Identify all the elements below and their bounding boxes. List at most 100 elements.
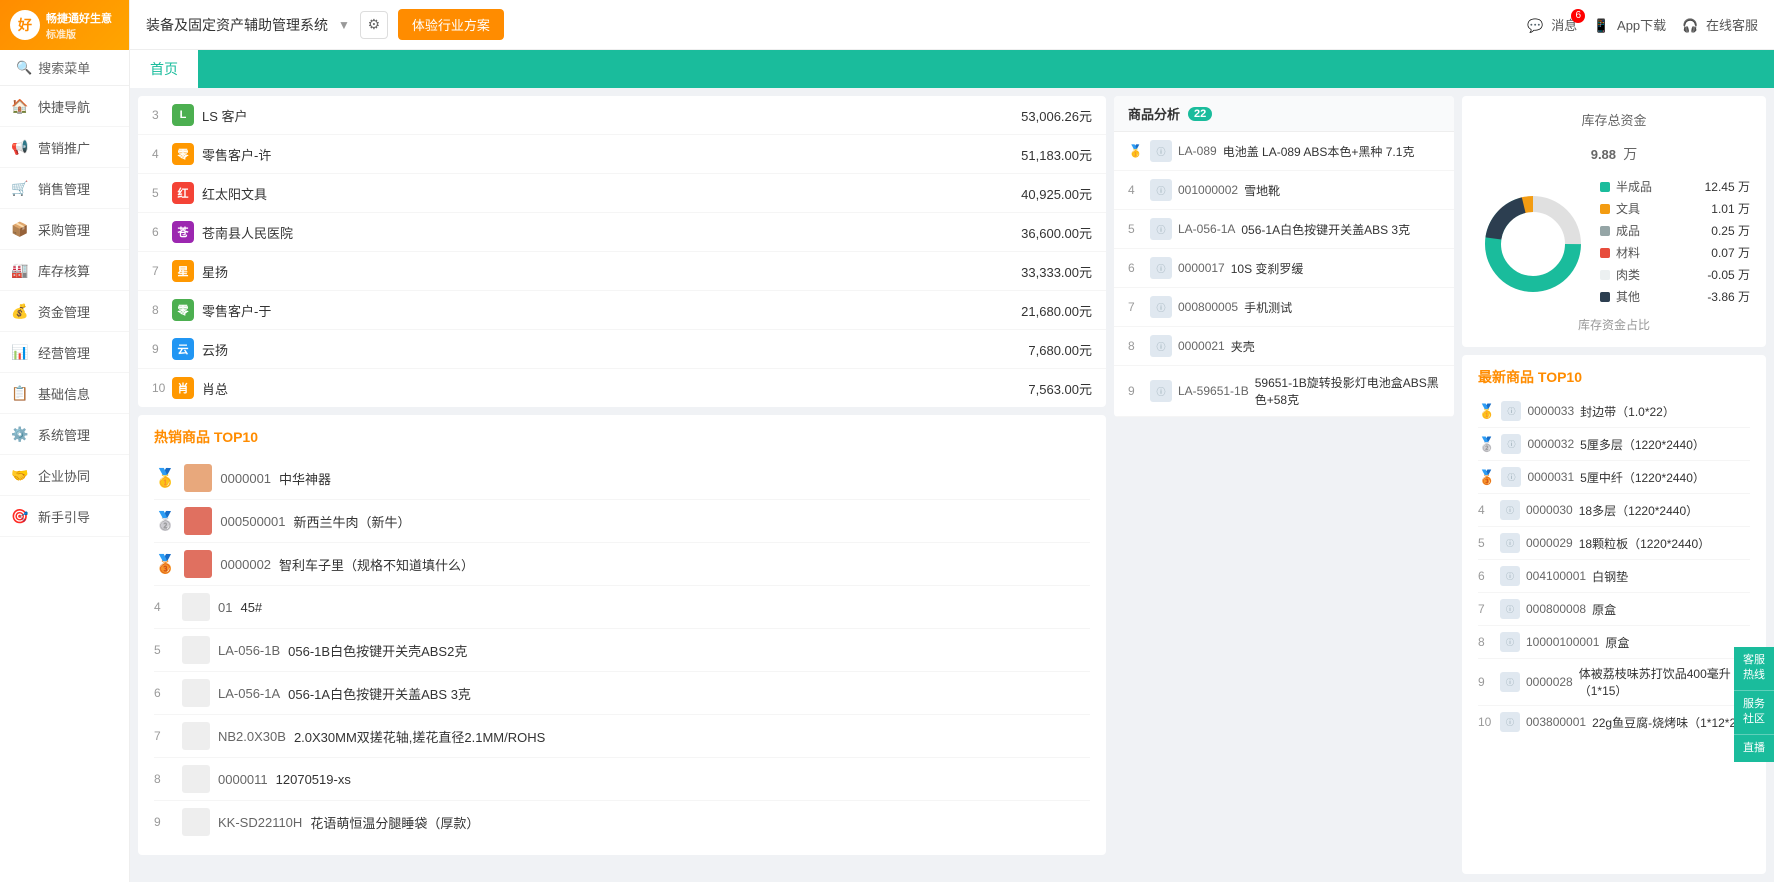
customer-rank: 3 <box>152 108 172 122</box>
product-analysis-header: 商品分析 22 <box>1114 96 1454 132</box>
newest-name: 22g鱼豆腐-烧烤味（1*12*20） <box>1592 714 1750 731</box>
dropdown-arrow-icon[interactable]: ▼ <box>338 18 350 32</box>
top-product-name: 056-1A白色按键开关盖ABS 3克 <box>1241 221 1440 238</box>
sidebar-item-nav[interactable]: 🏠 快捷导航 <box>0 86 129 127</box>
customer-rank: 9 <box>152 342 172 356</box>
customer-rank: 5 <box>152 186 172 200</box>
float-btn-live[interactable]: 直播 <box>1734 735 1774 762</box>
legend-label: 其他 <box>1616 288 1701 305</box>
newest-product-icon: ⓘ <box>1501 467 1521 487</box>
top-medal-gold: 🥇 <box>1128 144 1144 158</box>
message-btn[interactable]: 💬 消息 6 <box>1527 15 1577 34</box>
sidebar-label-3: 采购管理 <box>38 220 90 239</box>
customer-name: 苍南县人民医院 <box>202 223 1021 242</box>
sidebar-label-4: 库存核算 <box>38 261 90 280</box>
nav-tabs: 首页 <box>130 50 1774 88</box>
product-name: 2.0X30MM双搓花轴,搓花直径2.1MM/ROHS <box>294 727 1090 746</box>
sidebar-label-7: 基础信息 <box>38 384 90 403</box>
legend-dot <box>1600 248 1610 258</box>
legend-value: 0.07 万 <box>1711 244 1750 261</box>
search-icon: 🔍 <box>16 60 32 76</box>
newest-name: 18多层（1220*2440） <box>1579 502 1750 519</box>
legend-dot <box>1600 204 1610 214</box>
sidebar-item-marketing[interactable]: 📢 营销推广 <box>0 127 129 168</box>
product-code: KK-SD22110H <box>218 815 302 830</box>
medal-silver-icon: 🥈 <box>154 511 176 532</box>
guide-icon: 🎯 <box>10 506 30 526</box>
legend-item: 肉类 -0.05 万 <box>1600 266 1750 283</box>
tab-home[interactable]: 首页 <box>130 50 198 88</box>
product-code: LA-056-1A <box>218 686 280 701</box>
product-code: LA-056-1B <box>218 643 280 658</box>
product-analysis-title: 商品分析 <box>1128 104 1180 123</box>
sidebar-item-system[interactable]: ⚙️ 系统管理 <box>0 414 129 455</box>
newest-code: 0000032 <box>1527 437 1574 451</box>
content: 3 L LS 客户 53,006.26元 4 零 零售客户-许 51,183.0… <box>130 88 1774 882</box>
operations-icon: 📊 <box>10 342 30 362</box>
online-service-label: 在线客服 <box>1706 18 1758 33</box>
hot-product-item: 8 0000011 12070519-xs <box>154 758 1090 801</box>
hot-products-title: 热销商品 TOP10 <box>154 427 1090 447</box>
float-btn-community[interactable]: 服务社区 <box>1734 691 1774 735</box>
newest-code: 000800008 <box>1526 602 1586 616</box>
sidebar-item-collab[interactable]: 🤝 企业协同 <box>0 455 129 496</box>
newest-medal-gold: 🥇 <box>1478 403 1495 420</box>
logo-icon: 好 <box>10 10 40 40</box>
float-btn-service[interactable]: 客服热线 <box>1734 647 1774 691</box>
newest-product-item: 9 ⓘ 0000028 体被荔枝味苏打饮品400毫升（1*15） <box>1478 659 1750 706</box>
message-badge: 6 <box>1571 9 1585 23</box>
legend-label: 材料 <box>1616 244 1705 261</box>
sidebar-item-guide[interactable]: 🎯 新手引导 <box>0 496 129 537</box>
top-product-icon: ⓘ <box>1150 218 1172 240</box>
newest-rank: 8 <box>1478 635 1494 649</box>
message-icon: 💬 <box>1527 18 1543 33</box>
customer-list-item: 10 肖 肖总 7,563.00元 <box>138 369 1106 407</box>
top-product-right-item: 9 ⓘ LA-59651-1B 59651-1B旋转投影灯电池盒ABS黑色+58… <box>1114 366 1454 417</box>
sidebar-item-sales[interactable]: 🛒 销售管理 <box>0 168 129 209</box>
customer-amount: 7,563.00元 <box>1028 379 1092 398</box>
customer-avatar: 红 <box>172 182 194 204</box>
customer-name: LS 客户 <box>202 106 1021 125</box>
product-name: 056-1B白色按键开关壳ABS2克 <box>288 641 1090 660</box>
experience-btn[interactable]: 体验行业方案 <box>398 9 504 40</box>
customer-rank: 10 <box>152 381 172 395</box>
legend-value: -0.05 万 <box>1707 266 1750 283</box>
product-thumbnail <box>184 464 212 492</box>
customer-list-item: 4 零 零售客户-许 51,183.00元 <box>138 135 1106 174</box>
product-code: 01 <box>218 600 232 615</box>
legend-item: 成品 0.25 万 <box>1600 222 1750 239</box>
sidebar-item-operations[interactable]: 📊 经营管理 <box>0 332 129 373</box>
sidebar-logo: 好 畅捷通好生意 标准版 <box>0 0 129 50</box>
sidebar-item-finance[interactable]: 💰 资金管理 <box>0 291 129 332</box>
marketing-icon: 📢 <box>10 137 30 157</box>
newest-code: 003800001 <box>1526 715 1586 729</box>
customer-amount: 33,333.00元 <box>1021 262 1092 281</box>
app-download-btn[interactable]: 📱 App下载 <box>1593 15 1666 34</box>
sidebar-item-basic-info[interactable]: 📋 基础信息 <box>0 373 129 414</box>
product-name: 056-1A白色按键开关盖ABS 3克 <box>288 684 1090 703</box>
top-product-icon: ⓘ <box>1150 257 1172 279</box>
customer-name: 零售客户-于 <box>202 301 1021 320</box>
top-product-code: 000800005 <box>1178 300 1238 314</box>
newest-rank: 6 <box>1478 569 1494 583</box>
online-service-btn[interactable]: 🎧 在线客服 <box>1682 15 1758 34</box>
newest-product-item: 6 ⓘ 004100001 白钢垫 <box>1478 560 1750 593</box>
product-name: 花语萌恒温分腿睡袋（厚款） <box>310 813 1090 832</box>
newest-product-icon: ⓘ <box>1501 434 1521 454</box>
customer-amount: 53,006.26元 <box>1021 106 1092 125</box>
product-thumbnail <box>184 550 212 578</box>
sidebar-item-inventory[interactable]: 🏭 库存核算 <box>0 250 129 291</box>
hot-product-item: 9 KK-SD22110H 花语萌恒温分腿睡袋（厚款） <box>154 801 1090 843</box>
sidebar-search[interactable]: 🔍 搜索菜单 <box>0 50 129 86</box>
hot-products-panel: 热销商品 TOP10 🥇 0000001 中华神器 🥈 000500001 新西… <box>138 415 1106 855</box>
newest-product-item: 10 ⓘ 003800001 22g鱼豆腐-烧烤味（1*12*20） <box>1478 706 1750 738</box>
settings-icon[interactable]: ⚙ <box>360 11 388 39</box>
top-product-name: 夹壳 <box>1231 338 1440 355</box>
customer-rank: 8 <box>152 303 172 317</box>
customer-name: 云扬 <box>202 340 1028 359</box>
system-title: 装备及固定资产辅助管理系统 <box>146 15 328 35</box>
hot-product-item: 🥈 000500001 新西兰牛肉（新牛） <box>154 500 1090 543</box>
product-analysis-list: 🥇 ⓘ LA-089 电池盖 LA-089 ABS本色+黑种 7.1克 4 ⓘ … <box>1114 132 1454 417</box>
product-code: 0000001 <box>220 471 271 486</box>
sidebar-item-purchase[interactable]: 📦 采购管理 <box>0 209 129 250</box>
